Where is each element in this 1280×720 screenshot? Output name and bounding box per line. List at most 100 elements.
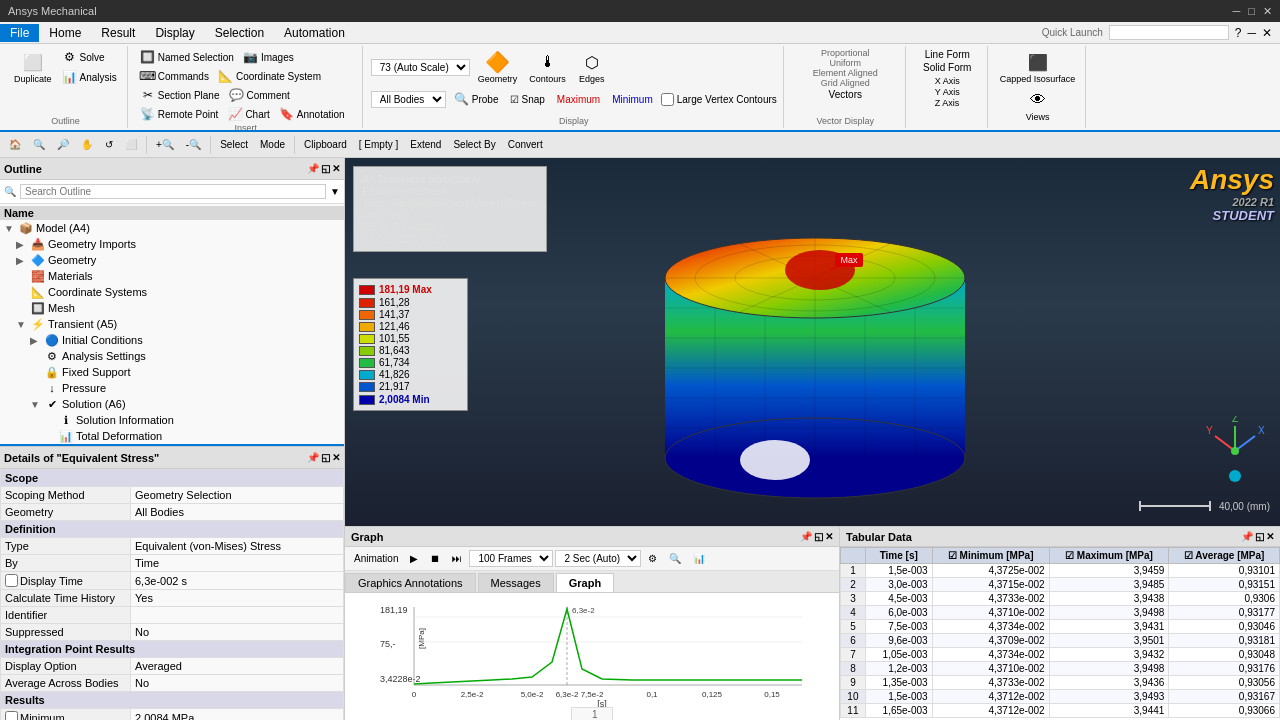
bodies-dropdown[interactable]: All Bodies (371, 91, 446, 108)
comment-button[interactable]: 💬 Comment (225, 86, 294, 104)
outline-float-icon[interactable]: ◱ (321, 163, 330, 174)
duplicate-button[interactable]: ⬜ Duplicate (10, 48, 56, 86)
select-by-btn[interactable]: Select By (448, 137, 500, 152)
minimize2-icon[interactable]: ─ (1247, 26, 1256, 40)
menu-display[interactable]: Display (145, 24, 204, 42)
zoom-fit-btn[interactable]: 🔍 (28, 137, 50, 152)
zoom-out-btn[interactable]: -🔍 (181, 137, 206, 152)
menu-file[interactable]: File (0, 24, 39, 42)
tree-pressure[interactable]: ↓ Pressure (0, 380, 344, 396)
images-button[interactable]: 📷 Images (239, 48, 298, 66)
vectors-button[interactable]: Vectors (825, 88, 866, 101)
tree-solution[interactable]: ▼ ✔ Solution (A6) (0, 396, 344, 412)
minimize-icon[interactable]: ─ (1233, 5, 1241, 18)
play-btn[interactable]: ▶ (405, 551, 423, 566)
tabular-pin-icon[interactable]: 📌 (1241, 531, 1253, 542)
tree-fixed-support[interactable]: 🔒 Fixed Support (0, 364, 344, 380)
results-section: Results (1, 692, 344, 709)
tree-model[interactable]: ▼ 📦 Model (A4) (0, 220, 344, 236)
graph-float-icon[interactable]: ◱ (814, 531, 823, 542)
tree-coord-sys[interactable]: 📐 Coordinate Systems (0, 284, 344, 300)
help-icon[interactable]: ? (1235, 26, 1242, 40)
tab-graph[interactable]: Graph (556, 573, 614, 592)
viewport[interactable]: A: Transient Structural Equivalent Stres… (345, 158, 1280, 526)
menu-automation[interactable]: Automation (274, 24, 355, 42)
search-input[interactable] (20, 184, 326, 199)
tree-geo-imports[interactable]: ▶ 📥 Geometry Imports (0, 236, 344, 252)
tab-messages[interactable]: Messages (478, 573, 554, 592)
select-btn[interactable]: Select (215, 137, 253, 152)
zoom-btn[interactable]: 🔎 (52, 137, 74, 152)
annotation-button[interactable]: 🔖 Annotation (275, 105, 349, 123)
rotate-btn[interactable]: ↺ (100, 137, 118, 152)
large-vertex-cb[interactable]: Large Vertex Contours (661, 93, 777, 106)
tree-transient[interactable]: ▼ ⚡ Transient (A5) (0, 316, 344, 332)
convert-btn[interactable]: Convert (503, 137, 548, 152)
home-view-btn[interactable]: 🏠 (4, 137, 26, 152)
outline-pin-icon[interactable]: 📌 (307, 163, 319, 174)
analysis-button[interactable]: 📊 Analysis (58, 68, 121, 86)
details-float-icon[interactable]: ◱ (321, 452, 330, 463)
zoom-graph-btn[interactable]: 🔍 (664, 551, 686, 566)
menu-selection[interactable]: Selection (205, 24, 274, 42)
details-pin-icon[interactable]: 📌 (307, 452, 319, 463)
solve-button[interactable]: ⚙ Solve (58, 48, 121, 66)
tree-analysis-settings[interactable]: ⚙ Analysis Settings (0, 348, 344, 364)
chart-type-btn[interactable]: 📊 (688, 551, 710, 566)
frames-dropdown[interactable]: 100 Frames (469, 550, 553, 567)
mode-btn[interactable]: Mode (255, 137, 290, 152)
quick-launch-input[interactable] (1109, 25, 1229, 40)
capped-isosurface-button[interactable]: ⬛ Capped Isosurface (996, 48, 1080, 86)
tree-mesh[interactable]: 🔲 Mesh (0, 300, 344, 316)
minimum-button[interactable]: Minimum (608, 93, 657, 106)
tree-geometry[interactable]: ▶ 🔷 Geometry (0, 252, 344, 268)
close2-icon[interactable]: ✕ (1262, 26, 1272, 40)
line-form-button[interactable]: Line Form (921, 48, 974, 61)
geometry-button[interactable]: 🔶 Geometry (474, 48, 522, 86)
graph-pin-icon[interactable]: 📌 (800, 531, 812, 542)
tree-total-deform[interactable]: 📊 Total Deformation (0, 428, 344, 444)
empty-btn[interactable]: [ Empty ] (354, 137, 403, 152)
display-time-cb[interactable] (5, 574, 18, 587)
pan-btn[interactable]: ✋ (76, 137, 98, 152)
minimum-cb[interactable] (5, 711, 18, 720)
edges-button[interactable]: ⬡ Edges (574, 48, 610, 86)
definition-section: Definition (1, 521, 344, 538)
tabular-float-icon[interactable]: ◱ (1255, 531, 1264, 542)
sec-dropdown[interactable]: 2 Sec (Auto) (555, 550, 641, 567)
search-dropdown-icon[interactable]: ▼ (330, 186, 340, 197)
menu-result[interactable]: Result (91, 24, 145, 42)
graph-settings-btn[interactable]: ⚙ (643, 551, 662, 566)
snap-button[interactable]: ☑ Snap (506, 93, 548, 106)
stop-btn[interactable]: ⏹ (425, 551, 445, 566)
remote-point-button[interactable]: 📡 Remote Point (136, 105, 223, 123)
close-icon[interactable]: ✕ (1263, 5, 1272, 18)
details-close-icon[interactable]: ✕ (332, 452, 340, 463)
coord-system-button[interactable]: 📐 Coordinate System (214, 67, 325, 85)
maximize-icon[interactable]: □ (1248, 5, 1255, 18)
maximum-button[interactable]: Maximum (553, 93, 604, 106)
solid-form-button[interactable]: Solid Form (919, 61, 975, 74)
tabular-close-icon[interactable]: ✕ (1266, 531, 1274, 542)
clipboard-btn[interactable]: Clipboard (299, 137, 352, 152)
named-selection-button[interactable]: 🔲 Named Selection (136, 48, 238, 66)
tab-graphics[interactable]: Graphics Annotations (345, 573, 476, 592)
views-button[interactable]: 👁 Views (1020, 86, 1056, 124)
commands-button[interactable]: ⌨ Commands (136, 67, 213, 85)
zoom-in-btn[interactable]: +🔍 (151, 137, 179, 152)
step-fwd-btn[interactable]: ⏭ (447, 551, 467, 566)
model-expand[interactable]: ▼ (4, 223, 16, 234)
tree-sol-info[interactable]: ℹ Solution Information (0, 412, 344, 428)
contours-button[interactable]: 🌡 Contours (525, 48, 570, 86)
tree-init-cond[interactable]: ▶ 🔵 Initial Conditions (0, 332, 344, 348)
section-plane-button[interactable]: ✂ Section Plane (136, 86, 224, 104)
extend-btn[interactable]: Extend (405, 137, 446, 152)
outline-close-icon[interactable]: ✕ (332, 163, 340, 174)
graph-close-icon[interactable]: ✕ (825, 531, 833, 542)
box-zoom-btn[interactable]: ⬜ (120, 137, 142, 152)
probe-button[interactable]: 🔍 Probe (450, 90, 503, 108)
chart-button[interactable]: 📈 Chart (223, 105, 273, 123)
scale-dropdown[interactable]: 73 (Auto Scale) (371, 59, 470, 76)
tree-materials[interactable]: 🧱 Materials (0, 268, 344, 284)
menu-home[interactable]: Home (39, 24, 91, 42)
